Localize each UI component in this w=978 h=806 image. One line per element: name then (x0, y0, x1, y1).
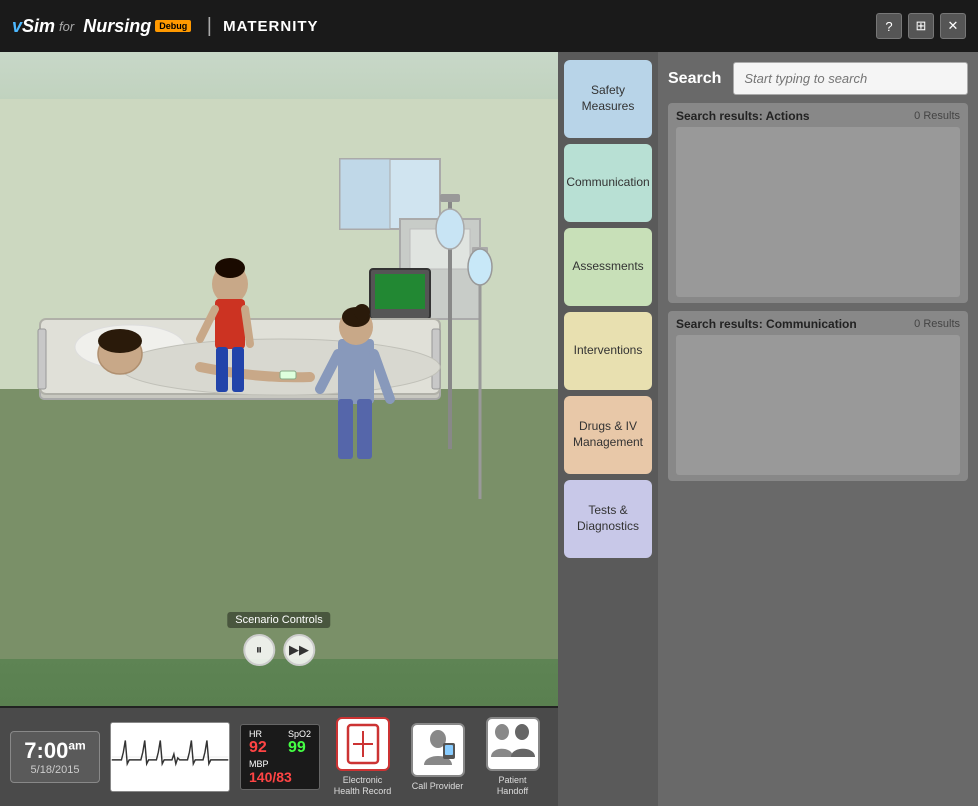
hospital-scene-svg (0, 52, 558, 706)
search-panel: Search Search results: Actions 0 Results… (658, 52, 978, 806)
results-actions-area (676, 127, 960, 297)
call-provider-label: Call Provider (412, 781, 464, 792)
logo-maternity: MATERNITY (218, 18, 319, 35)
help-button[interactable]: ? (876, 13, 902, 39)
title-bar: vSim for Nursing Debug | MATERNITY ? ⊞ ✕ (0, 0, 978, 52)
logo-divider: | (201, 15, 212, 38)
logo-for: for (59, 19, 74, 34)
search-results-communication: Search results: Communication 0 Results (668, 311, 968, 481)
search-title: Search (668, 70, 721, 88)
category-interventions[interactable]: Interventions (564, 312, 652, 390)
results-comm-title: Search results: Communication (676, 317, 857, 331)
category-sidebar: Safety Measures Communication Assessment… (558, 52, 658, 806)
category-safety-measures[interactable]: Safety Measures (564, 60, 652, 138)
results-comm-header: Search results: Communication 0 Results (676, 317, 960, 331)
mbp-vital: MBP 140/83 (249, 759, 311, 785)
call-provider-button[interactable]: Call Provider (405, 723, 470, 792)
ekg-display (110, 722, 230, 792)
vitals-display: HR 92 SpO2 99 MBP 140/83 (240, 724, 320, 791)
scenario-controls: Scenario Controls ⏸ ▶▶ (227, 612, 330, 666)
category-assessments[interactable]: Assessments (564, 228, 652, 306)
ekg-waveform (111, 723, 229, 791)
time-value: 7:00am (21, 738, 89, 764)
time-display: 7:00am 5/18/2015 (10, 731, 100, 783)
results-actions-count: 0 Results (914, 110, 960, 122)
patient-handoff-button[interactable]: PatientHandoff (480, 717, 545, 797)
grid-button[interactable]: ⊞ (908, 13, 934, 39)
pause-button[interactable]: ⏸ (243, 634, 275, 666)
category-communication[interactable]: Communication (564, 144, 652, 222)
category-tests-diagnostics[interactable]: Tests & Diagnostics (564, 480, 652, 558)
app-logo: vSim for Nursing Debug | MATERNITY (12, 15, 319, 38)
results-actions-title: Search results: Actions (676, 109, 810, 123)
search-input[interactable] (733, 62, 968, 95)
scenario-label: Scenario Controls (227, 612, 330, 628)
patient-handoff-label: PatientHandoff (497, 775, 528, 797)
logo-nursing: Nursing (78, 16, 151, 37)
right-panel: Safety Measures Communication Assessment… (558, 52, 978, 806)
spo2-vital: SpO2 99 (288, 729, 311, 757)
forward-button[interactable]: ▶▶ (283, 634, 315, 666)
results-actions-header: Search results: Actions 0 Results (676, 109, 960, 123)
search-header: Search (668, 62, 968, 95)
status-bar: 7:00am 5/18/2015 HR 92 (0, 706, 558, 806)
search-results-actions: Search results: Actions 0 Results (668, 103, 968, 303)
date-value: 5/18/2015 (21, 764, 89, 776)
ehr-label: ElectronicHealth Record (334, 775, 392, 797)
ehr-button[interactable]: ElectronicHealth Record (330, 717, 395, 797)
debug-badge: Debug (155, 20, 191, 32)
hr-vital: HR 92 (249, 729, 267, 757)
title-controls: ? ⊞ ✕ (876, 13, 966, 39)
simulation-area: Scenario Controls ⏸ ▶▶ 7:00am 5/18/2015 (0, 52, 558, 806)
logo-vsim: vSim (12, 16, 55, 37)
scenario-buttons: ⏸ ▶▶ (243, 634, 315, 666)
search-input-wrapper (733, 62, 968, 95)
3d-scene: Scenario Controls ⏸ ▶▶ (0, 52, 558, 706)
close-button[interactable]: ✕ (940, 13, 966, 39)
category-drugs-iv[interactable]: Drugs & IV Management (564, 396, 652, 474)
results-comm-count: 0 Results (914, 318, 960, 330)
results-comm-area (676, 335, 960, 475)
main-content: Scenario Controls ⏸ ▶▶ 7:00am 5/18/2015 (0, 52, 978, 806)
